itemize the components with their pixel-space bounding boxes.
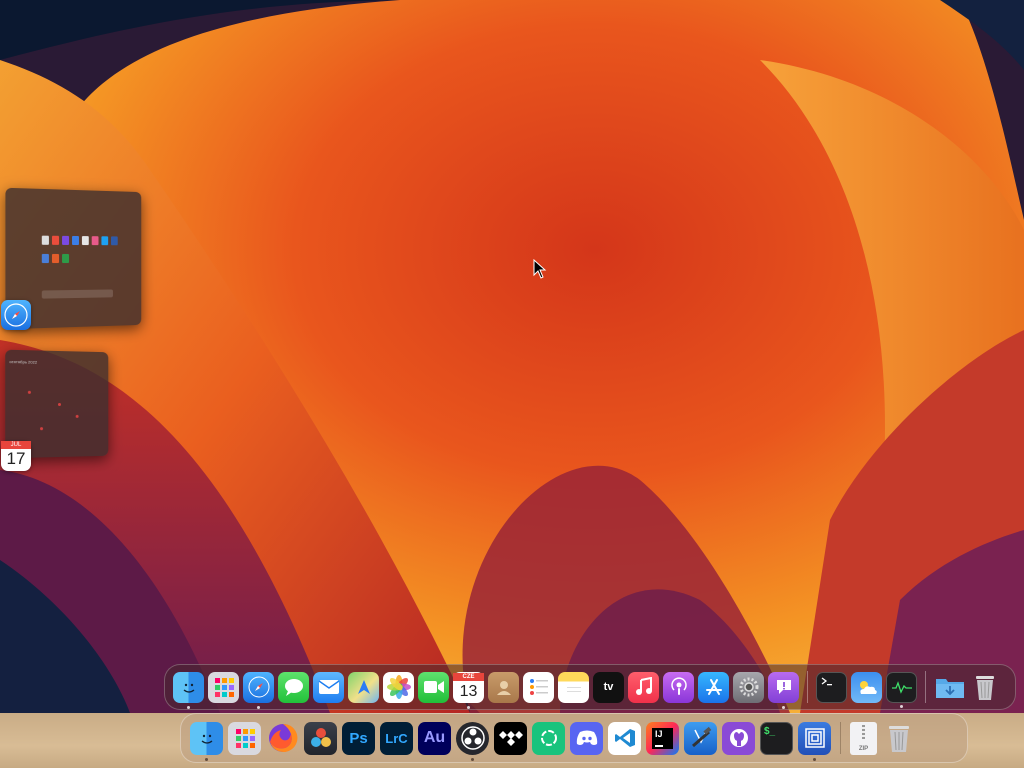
lightroom-classic-label: LrC	[385, 730, 408, 746]
mini-tile	[72, 235, 79, 246]
safari-icon[interactable]	[243, 671, 274, 709]
calendar-day: 13	[459, 682, 478, 700]
github-desktop-icon[interactable]	[722, 721, 755, 755]
terminal-label: $_	[764, 725, 776, 737]
intellij-idea-icon[interactable]: IJ	[646, 721, 679, 755]
mini-tile	[62, 253, 70, 264]
launchpad-icon[interactable]	[208, 671, 239, 703]
desktop-wallpaper	[0, 0, 1024, 713]
launchpad-icon[interactable]	[228, 721, 261, 755]
calendar-month: CZE	[453, 672, 484, 681]
calendar-window-title: сентябрь 2022	[9, 358, 38, 365]
facetime-icon[interactable]	[418, 671, 449, 703]
finder-icon[interactable]	[173, 671, 204, 709]
mini-tile	[81, 236, 89, 246]
photoshop-icon[interactable]: Ps	[342, 721, 375, 755]
mini-tile	[62, 235, 70, 245]
downloads-folder-icon[interactable]	[934, 672, 965, 703]
davinci-resolve-icon[interactable]	[304, 721, 337, 755]
calendar-icon[interactable]: CZE 13	[453, 671, 484, 709]
intellij-underline	[655, 745, 663, 747]
compass-icon	[4, 303, 28, 327]
wallpaper-art	[0, 0, 1024, 713]
mini-tile	[91, 236, 99, 246]
dock-separator	[840, 722, 841, 754]
music-icon[interactable]	[628, 671, 659, 703]
lightroom-classic-icon[interactable]: LrC	[380, 721, 413, 755]
dock-separator	[807, 671, 808, 703]
finder-icon[interactable]	[190, 721, 223, 761]
contacts-icon[interactable]	[488, 671, 519, 703]
calendar-event-dot	[58, 403, 61, 406]
audition-icon[interactable]: Au	[418, 721, 451, 755]
feedback-assistant-icon[interactable]	[768, 671, 799, 709]
dock-separator	[925, 671, 926, 703]
terminal-icon[interactable]	[816, 671, 847, 703]
audition-label: Au	[423, 729, 446, 746]
intellij-inner: IJ	[652, 727, 673, 749]
mini-tile	[51, 253, 60, 264]
stage-manager-safari-icon[interactable]	[1, 300, 31, 330]
system-settings-icon[interactable]	[733, 671, 764, 703]
podcasts-icon[interactable]	[663, 671, 694, 703]
mini-tile	[111, 236, 118, 246]
reminders-icon[interactable]	[523, 671, 554, 703]
mini-tile	[51, 235, 60, 245]
app-store-icon[interactable]	[698, 671, 729, 703]
photoshop-label: Ps	[349, 729, 368, 747]
trash-icon[interactable]	[882, 722, 915, 755]
zipper-icon	[862, 724, 865, 739]
firefox-icon[interactable]	[266, 722, 299, 755]
photos-icon[interactable]	[383, 671, 414, 703]
calendar-event-dot	[75, 414, 79, 418]
activity-monitor-icon[interactable]	[886, 671, 917, 708]
trash-icon[interactable]	[969, 672, 1000, 703]
calendar-event-dot	[27, 390, 31, 394]
mini-tile	[101, 236, 109, 246]
maps-icon[interactable]	[348, 671, 379, 703]
mail-icon[interactable]	[313, 671, 344, 703]
bottom-dock: Ps LrC Au IJ $_ ZIP	[180, 713, 968, 763]
mini-bar	[41, 289, 113, 299]
mini-tile	[41, 235, 49, 245]
xcode-icon[interactable]	[684, 721, 717, 755]
calendar-day: 17	[6, 449, 26, 468]
terminal-icon[interactable]: $_	[760, 721, 793, 755]
vmware-icon[interactable]	[798, 721, 831, 761]
notes-icon[interactable]	[558, 671, 589, 703]
archive-zip-icon[interactable]: ZIP	[850, 721, 877, 755]
obs-studio-icon[interactable]	[456, 721, 489, 761]
archive-label: ZIP	[858, 745, 869, 752]
vscode-icon[interactable]	[608, 721, 641, 755]
tidal-icon[interactable]	[494, 721, 527, 755]
messages-icon[interactable]	[278, 671, 309, 703]
calendar-event-dot	[40, 427, 44, 431]
discord-icon[interactable]	[570, 721, 603, 755]
weather-icon[interactable]	[851, 671, 882, 703]
stage-manager-calendar-icon[interactable]: JUL 17	[1, 441, 31, 471]
chatgpt-icon[interactable]	[532, 721, 565, 755]
mini-tile	[41, 253, 49, 264]
intellij-label: IJ	[655, 728, 663, 739]
top-dock: CZE 13 tv	[164, 664, 1016, 710]
apple-tv-label: tv	[603, 681, 614, 693]
apple-tv-icon[interactable]: tv	[593, 671, 624, 703]
mouse-cursor-icon	[533, 259, 547, 279]
calendar-month: JUL	[1, 441, 31, 449]
